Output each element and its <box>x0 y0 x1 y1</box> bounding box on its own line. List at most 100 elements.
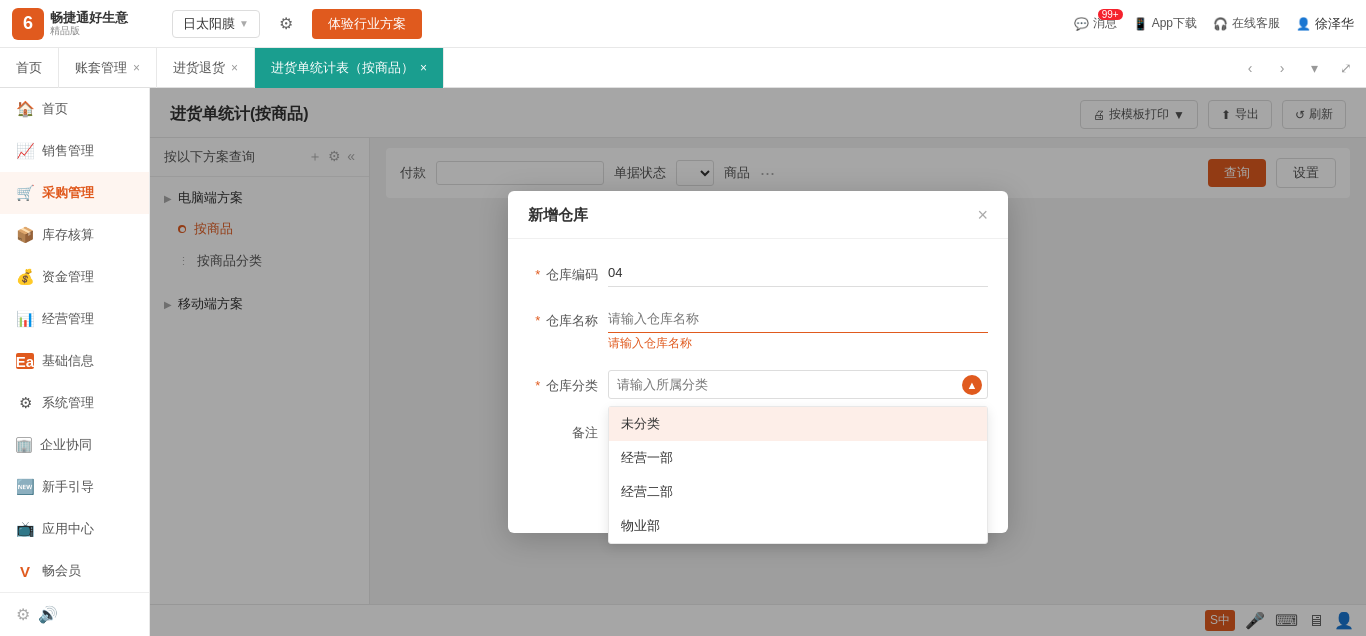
category-arrow-icon[interactable]: ▲ <box>962 375 982 395</box>
sidebar-item-basic-label: 基础信息 <box>42 352 94 370</box>
sidebar: 🏠 首页 📈 销售管理 🛒 采购管理 📦 库存核算 💰 资金管理 📊 经营管理 … <box>0 88 150 636</box>
sidebar-item-system[interactable]: ⚙ 系统管理 <box>0 382 149 424</box>
form-row-name: * 仓库名称 请输入仓库名称 <box>528 305 988 352</box>
store-name: 日太阳膜 <box>183 15 235 33</box>
name-input[interactable] <box>608 305 988 333</box>
message-button[interactable]: 💬 99+ 消息 <box>1074 15 1117 32</box>
modal-body: * 仓库编码 * 仓库名称 <box>508 239 1008 473</box>
sidebar-item-inventory[interactable]: 📦 库存核算 <box>0 214 149 256</box>
home-icon: 🏠 <box>16 100 34 118</box>
inventory-icon: 📦 <box>16 226 34 244</box>
sidebar-item-finance-label: 资金管理 <box>42 268 94 286</box>
tab-controls: ‹ › ▾ ⤢ <box>1234 52 1366 84</box>
tab-menu-button[interactable]: ▾ <box>1298 52 1330 84</box>
notes-label: 备注 <box>528 417 608 442</box>
vip-icon: V <box>16 563 34 580</box>
tab-purchase-stat-close[interactable]: × <box>420 61 427 75</box>
dropdown-item-0[interactable]: 未分类 <box>609 407 987 441</box>
phone-icon: 📱 <box>1133 17 1148 31</box>
sidebar-item-basic[interactable]: Ea 基础信息 <box>0 340 149 382</box>
appcenter-icon: 📺 <box>16 520 34 538</box>
name-label: * 仓库名称 <box>528 305 608 330</box>
category-input[interactable] <box>608 370 988 399</box>
dropdown-item-3[interactable]: 物业部 <box>609 509 987 543</box>
sidebar-item-appcenter[interactable]: 📺 应用中心 <box>0 508 149 550</box>
tab-purchase-return-label: 进货退货 <box>173 59 225 77</box>
store-arrow-icon: ▼ <box>239 18 249 29</box>
settings-icon[interactable]: ⚙ <box>270 8 302 40</box>
purchase-icon: 🛒 <box>16 184 34 202</box>
app-download-label: App下载 <box>1152 15 1197 32</box>
user-avatar-icon: 👤 <box>1296 17 1311 31</box>
sidebar-item-guide-label: 新手引导 <box>42 478 94 496</box>
sales-icon: 📈 <box>16 142 34 160</box>
user-menu[interactable]: 👤 徐泽华 <box>1296 15 1354 33</box>
online-service-label: 在线客服 <box>1232 15 1280 32</box>
form-row-code: * 仓库编码 <box>528 259 988 287</box>
tab-fullscreen-button[interactable]: ⤢ <box>1330 52 1362 84</box>
sidebar-item-sales[interactable]: 📈 销售管理 <box>0 130 149 172</box>
tab-account-label: 账套管理 <box>75 59 127 77</box>
basic-info-icon: Ea <box>16 353 34 369</box>
finance-icon: 💰 <box>16 268 34 286</box>
sidebar-item-collab-label: 企业协同 <box>40 436 92 454</box>
tab-purchase-stat[interactable]: 进货单统计表（按商品） × <box>255 48 444 88</box>
guide-icon: 🆕 <box>16 478 34 496</box>
message-icon: 💬 <box>1074 17 1089 31</box>
code-label: * 仓库编码 <box>528 259 608 284</box>
sidebar-item-collab[interactable]: 🏢 企业协同 <box>0 424 149 466</box>
top-right-area: 💬 99+ 消息 📱 App下载 🎧 在线客服 👤 徐泽华 <box>1074 15 1354 33</box>
code-input[interactable] <box>608 259 988 287</box>
dropdown-item-1[interactable]: 经营一部 <box>609 441 987 475</box>
dropdown-item-2[interactable]: 经营二部 <box>609 475 987 509</box>
tab-prev-button[interactable]: ‹ <box>1234 52 1266 84</box>
code-field <box>608 259 988 287</box>
sidebar-item-operation[interactable]: 📊 经营管理 <box>0 298 149 340</box>
sidebar-item-system-label: 系统管理 <box>42 394 94 412</box>
audio-icon[interactable]: 🔊 <box>38 605 58 624</box>
form-row-category: * 仓库分类 ▲ 未分类 经营一部 经 <box>528 370 988 399</box>
sidebar-item-operation-label: 经营管理 <box>42 310 94 328</box>
store-selector[interactable]: 日太阳膜 ▼ <box>172 10 260 38</box>
headset-icon: 🎧 <box>1213 17 1228 31</box>
trial-button[interactable]: 体验行业方案 <box>312 9 422 39</box>
sidebar-item-guide[interactable]: 🆕 新手引导 <box>0 466 149 508</box>
settings-bottom-icon[interactable]: ⚙ <box>16 605 30 624</box>
sidebar-item-vip[interactable]: V 畅会员 <box>0 550 149 592</box>
sidebar-item-vip-label: 畅会员 <box>42 562 81 580</box>
sidebar-item-appcenter-label: 应用中心 <box>42 520 94 538</box>
sidebar-item-finance[interactable]: 💰 资金管理 <box>0 256 149 298</box>
sidebar-item-purchase-label: 采购管理 <box>42 184 94 202</box>
main-layout: 🏠 首页 📈 销售管理 🛒 采购管理 📦 库存核算 💰 资金管理 📊 经营管理 … <box>0 88 1366 636</box>
collab-icon: 🏢 <box>16 437 32 453</box>
top-bar: 6 畅捷通好生意 精品版 日太阳膜 ▼ ⚙ 体验行业方案 💬 99+ 消息 📱 … <box>0 0 1366 48</box>
tab-purchase-return-close[interactable]: × <box>231 61 238 75</box>
tab-home-label: 首页 <box>16 59 42 77</box>
sidebar-bottom: ⚙ 🔊 <box>0 592 149 636</box>
category-dropdown: 未分类 经营一部 经营二部 物业部 <box>608 406 988 544</box>
system-icon: ⚙ <box>16 394 34 412</box>
logo-text: 畅捷通好生意 精品版 <box>50 10 128 38</box>
modal-close-button[interactable]: × <box>977 205 988 226</box>
name-field: 请输入仓库名称 <box>608 305 988 352</box>
logo-sub: 精品版 <box>50 25 128 37</box>
tab-account[interactable]: 账套管理 × <box>59 48 157 88</box>
app-download-button[interactable]: 📱 App下载 <box>1133 15 1197 32</box>
sidebar-item-home[interactable]: 🏠 首页 <box>0 88 149 130</box>
modal-overlay[interactable]: 新增仓库 × * 仓库编码 <box>150 88 1366 636</box>
content-area: 进货单统计(按商品) 🖨 按模板打印 ▼ ⬆ 导出 ↺ 刷新 <box>150 88 1366 636</box>
online-service-button[interactable]: 🎧 在线客服 <box>1213 15 1280 32</box>
tab-home[interactable]: 首页 <box>0 48 59 88</box>
sidebar-item-sales-label: 销售管理 <box>42 142 94 160</box>
category-label: * 仓库分类 <box>528 370 608 395</box>
logo-area: 6 畅捷通好生意 精品版 <box>12 8 162 40</box>
tab-account-close[interactable]: × <box>133 61 140 75</box>
name-error-msg: 请输入仓库名称 <box>608 335 988 352</box>
operation-icon: 📊 <box>16 310 34 328</box>
tab-next-button[interactable]: › <box>1266 52 1298 84</box>
modal-header: 新增仓库 × <box>508 191 1008 239</box>
sidebar-item-purchase[interactable]: 🛒 采购管理 <box>0 172 149 214</box>
tab-purchase-return[interactable]: 进货退货 × <box>157 48 255 88</box>
category-field: ▲ 未分类 经营一部 经营二部 物业部 <box>608 370 988 399</box>
category-select-wrap: ▲ <box>608 370 988 399</box>
